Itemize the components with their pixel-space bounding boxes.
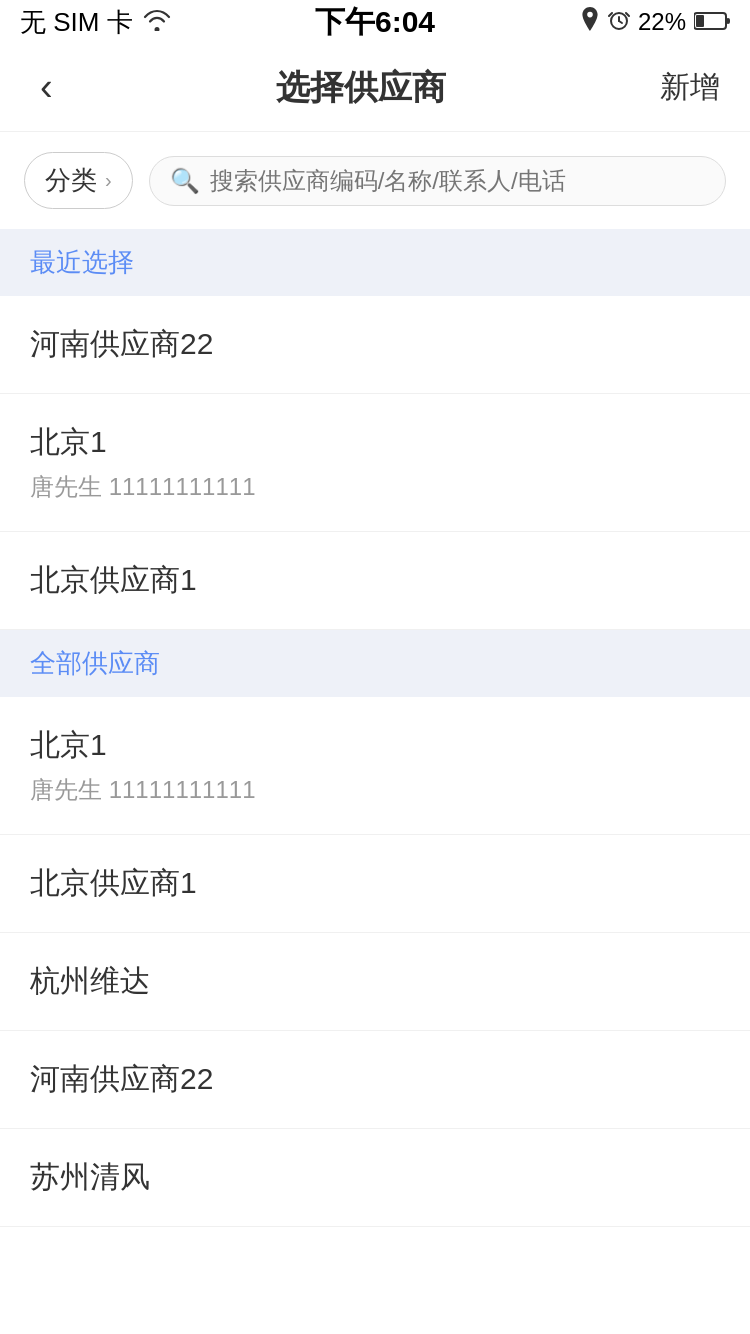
list-item-name: 苏州清风	[30, 1157, 720, 1198]
list-item[interactable]: 苏州清风	[0, 1129, 750, 1227]
list-item-name: 北京1	[30, 422, 720, 463]
list-item-sub: 唐先生 11111111111	[30, 471, 720, 503]
svg-rect-5	[726, 18, 730, 24]
carrier-text: 无 SIM 卡	[20, 5, 133, 40]
search-icon: 🔍	[170, 167, 200, 195]
list-item[interactable]: 北京1 唐先生 11111111111	[0, 697, 750, 835]
all-section-header: 全部供应商	[0, 630, 750, 697]
list-item-name: 北京供应商1	[30, 863, 720, 904]
svg-line-2	[619, 21, 622, 23]
category-label: 分类	[45, 163, 97, 198]
recent-section-header: 最近选择	[0, 229, 750, 296]
recent-list: 河南供应商22 北京1 唐先生 11111111111 北京供应商1	[0, 296, 750, 630]
list-item-name: 河南供应商22	[30, 1059, 720, 1100]
location-icon	[580, 7, 600, 37]
list-item[interactable]: 北京供应商1	[0, 532, 750, 630]
list-item-sub: 唐先生 11111111111	[30, 774, 720, 806]
list-item-name: 北京1	[30, 725, 720, 766]
status-bar: 无 SIM 卡 下午6:04 22%	[0, 0, 750, 44]
list-item[interactable]: 北京1 唐先生 11111111111	[0, 394, 750, 532]
nav-bar: ‹ 选择供应商 新增	[0, 44, 750, 132]
list-item-name: 杭州维达	[30, 961, 720, 1002]
list-item[interactable]: 杭州维达	[0, 933, 750, 1031]
recent-section-label: 最近选择	[30, 247, 134, 277]
status-left: 无 SIM 卡	[20, 5, 171, 40]
list-item[interactable]: 河南供应商22	[0, 296, 750, 394]
list-item[interactable]: 河南供应商22	[0, 1031, 750, 1129]
page-title: 选择供应商	[276, 65, 446, 111]
list-item-name: 北京供应商1	[30, 560, 720, 601]
status-time: 下午6:04	[315, 2, 435, 43]
alarm-icon	[608, 8, 630, 36]
svg-rect-4	[696, 15, 704, 27]
battery-icon	[694, 8, 730, 36]
wifi-icon	[143, 7, 171, 38]
list-item-name: 河南供应商22	[30, 324, 720, 365]
category-button[interactable]: 分类 ›	[24, 152, 133, 209]
battery-percent: 22%	[638, 8, 686, 36]
back-button[interactable]: ‹	[30, 56, 63, 119]
search-input[interactable]	[210, 167, 705, 195]
search-box[interactable]: 🔍	[149, 156, 726, 206]
list-item[interactable]: 北京供应商1	[0, 835, 750, 933]
status-right: 22%	[580, 7, 730, 37]
all-list: 北京1 唐先生 11111111111 北京供应商1 杭州维达河南供应商22 苏州清风	[0, 697, 750, 1227]
chevron-right-icon: ›	[105, 169, 112, 192]
filter-bar: 分类 › 🔍	[0, 132, 750, 229]
add-button[interactable]: 新增	[660, 67, 720, 108]
all-section-label: 全部供应商	[30, 648, 160, 678]
